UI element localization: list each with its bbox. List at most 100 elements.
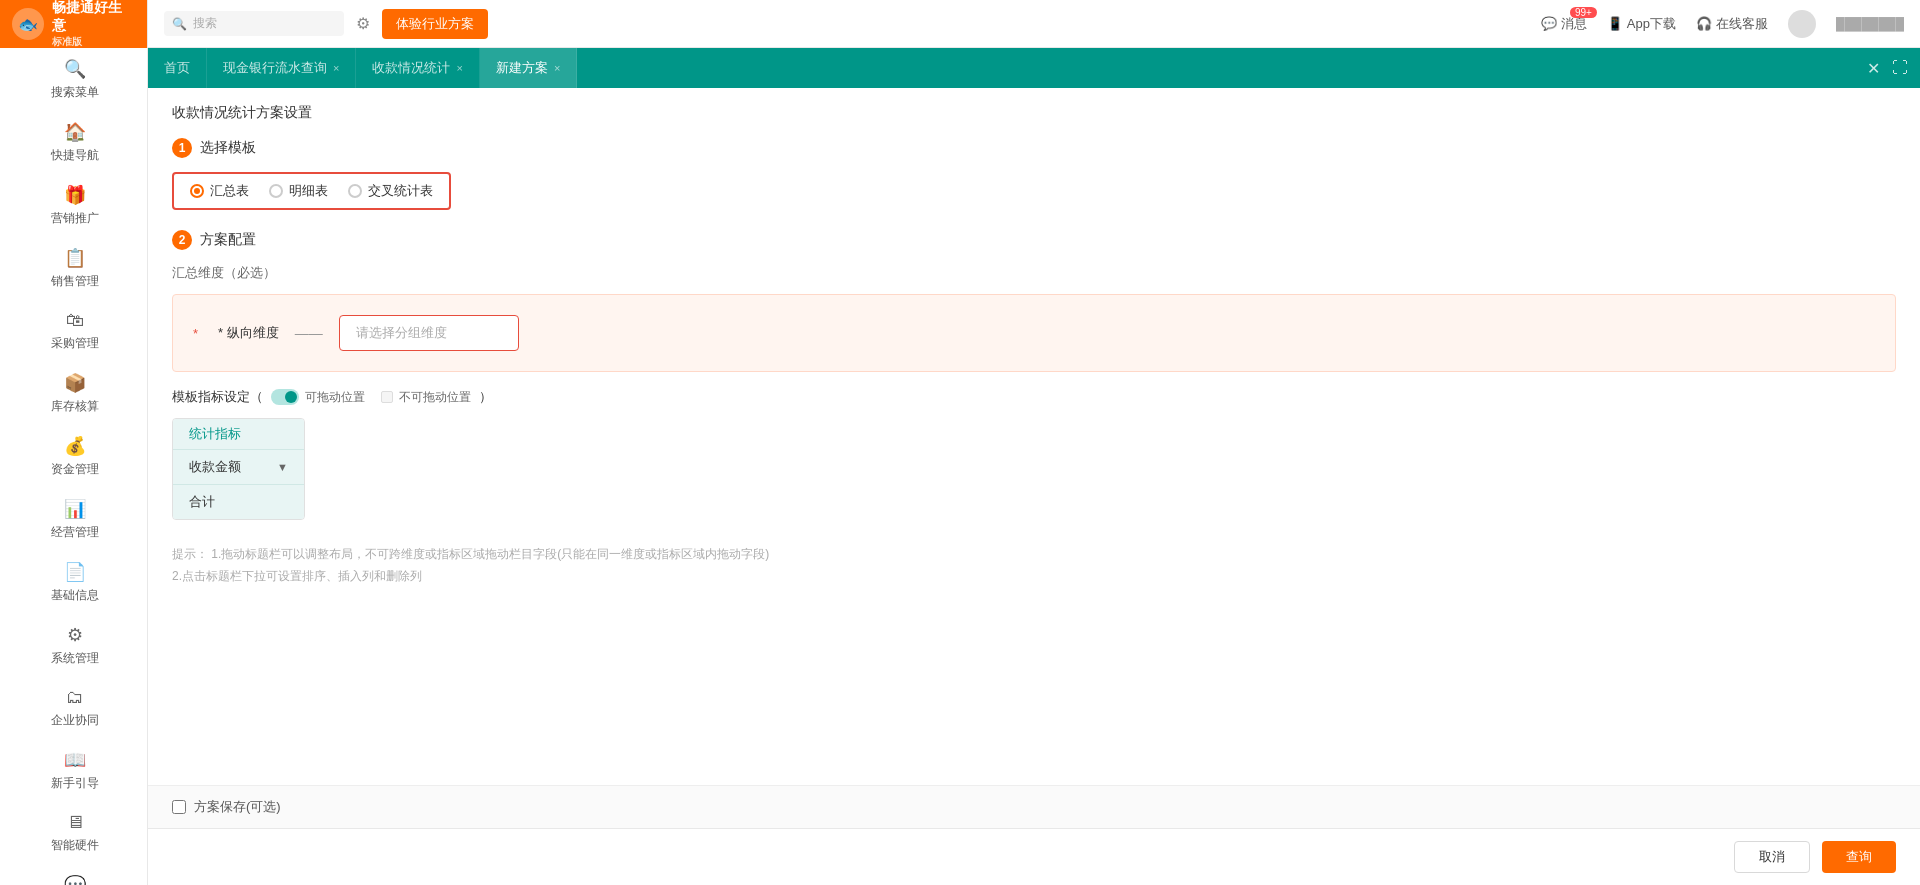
- sidebar-item-label: 搜索菜单: [51, 84, 99, 101]
- metric-dropdown-0[interactable]: ▼: [277, 461, 288, 473]
- gift-icon: 🎁: [64, 184, 86, 206]
- tab-new-plan-close[interactable]: ×: [554, 62, 560, 74]
- radio-cross-circle: [348, 184, 362, 198]
- tab-expand-icon[interactable]: ⛶: [1892, 59, 1908, 77]
- tab-bank[interactable]: 现金银行流水查询 ×: [207, 48, 356, 88]
- guide-icon: 📖: [64, 749, 86, 771]
- vertical-label-text: * 纵向维度: [218, 324, 279, 342]
- sidebar-item-nav[interactable]: 🏠 快捷导航: [0, 111, 147, 174]
- service-icon: 🎧: [1696, 16, 1712, 31]
- sidebar-item-sales[interactable]: 📋 销售管理: [0, 237, 147, 300]
- save-label: 方案保存(可选): [194, 798, 281, 816]
- download-icon: 📱: [1607, 16, 1623, 31]
- radio-summary[interactable]: 汇总表: [190, 182, 249, 200]
- purchase-icon: 🛍: [66, 310, 84, 331]
- collab-icon: 🗂: [66, 687, 84, 708]
- sales-icon: 📋: [64, 247, 86, 269]
- metric-row-0: 收款金额 ▼: [173, 450, 304, 485]
- sidebar-item-wechat[interactable]: 💬 企业微信: [0, 864, 147, 885]
- sidebar-item-hardware[interactable]: 🖥 智能硬件: [0, 802, 147, 864]
- sidebar-item-label: 新手引导: [51, 775, 99, 792]
- section-template: 1 选择模板 汇总表 明细表 交叉统计表: [172, 138, 1896, 210]
- section2-title: 方案配置: [200, 231, 256, 249]
- radio-detail-label: 明细表: [289, 182, 328, 200]
- dimension-section-label: 汇总维度（必选）: [172, 264, 1896, 282]
- radio-cross[interactable]: 交叉统计表: [348, 182, 433, 200]
- sidebar-item-label: 快捷导航: [51, 147, 99, 164]
- finance-icon: 💰: [64, 435, 86, 457]
- app-edition: 标准版: [52, 35, 135, 49]
- sidebar-item-guide[interactable]: 📖 新手引导: [0, 739, 147, 802]
- save-bar: 方案保存(可选): [148, 785, 1920, 828]
- metric-group-label: 统计指标: [189, 426, 241, 441]
- sidebar-item-marketing[interactable]: 🎁 营销推广: [0, 174, 147, 237]
- vertical-label: *: [193, 326, 198, 341]
- query-button[interactable]: 查询: [1822, 841, 1896, 873]
- service-item[interactable]: 🎧 在线客服: [1696, 15, 1768, 33]
- tab-home[interactable]: 首页: [148, 48, 207, 88]
- sidebar-item-label: 经营管理: [51, 524, 99, 541]
- drag-toggle[interactable]: [271, 389, 299, 405]
- dimension-area: * * 纵向维度 —— 请选择分组维度: [172, 294, 1896, 372]
- message-item[interactable]: 💬 消息 99+: [1541, 15, 1587, 33]
- metric-legend: 可拖动位置 不可拖动位置: [271, 389, 471, 406]
- sidebar-item-label: 企业协同: [51, 712, 99, 729]
- tab-close-all-icon[interactable]: ✕: [1867, 59, 1880, 78]
- save-checkbox[interactable]: [172, 800, 186, 814]
- tab-new-plan[interactable]: 新建方案 ×: [480, 48, 577, 88]
- sidebar: 🐟 畅捷通好生意 标准版 🔍 搜索菜单 🏠 快捷导航 🎁 营销推广 📋 销售管理…: [0, 0, 148, 885]
- section-config: 2 方案配置 汇总维度（必选） * * 纵向维度 —— 请选择分组维度: [172, 230, 1896, 587]
- dimension-row: * * 纵向维度 —— 请选择分组维度: [193, 315, 1875, 351]
- cancel-button[interactable]: 取消: [1734, 841, 1810, 873]
- tab-bank-close[interactable]: ×: [333, 62, 339, 74]
- topbar: 🔍 搜索 ⚙ 体验行业方案 💬 消息 99+ 📱 App下载 🎧 在线客服 ██…: [148, 0, 1920, 48]
- tab-home-label: 首页: [164, 59, 190, 77]
- tab-collection-close[interactable]: ×: [456, 62, 462, 74]
- trial-button[interactable]: 体验行业方案: [382, 9, 488, 39]
- tips-line-1: 提示： 1.拖动标题栏可以调整布局，不可跨维度或指标区域拖动栏目字段(只能在同一…: [172, 544, 1896, 566]
- sidebar-item-collab[interactable]: 🗂 企业协同: [0, 677, 147, 739]
- user-avatar[interactable]: [1788, 10, 1816, 38]
- gear-icon[interactable]: ⚙: [356, 14, 370, 33]
- template-selector: 汇总表 明细表 交叉统计表: [172, 172, 451, 210]
- username: ████████: [1836, 17, 1904, 31]
- sidebar-item-label: 营销推广: [51, 210, 99, 227]
- download-item[interactable]: 📱 App下载: [1607, 15, 1676, 33]
- sidebar-item-system[interactable]: ⚙ 系统管理: [0, 614, 147, 677]
- section1-header: 1 选择模板: [172, 138, 1896, 158]
- home-icon: 🏠: [64, 121, 86, 143]
- tips-line-2: 2.点击标题栏下拉可设置排序、插入列和删除列: [172, 566, 1896, 588]
- sidebar-item-operation[interactable]: 📊 经营管理: [0, 488, 147, 551]
- message-icon: 💬: [1541, 16, 1557, 31]
- service-label: 在线客服: [1716, 15, 1768, 33]
- footer-actions: 取消 查询: [148, 828, 1920, 885]
- metric-label-0: 收款金额: [189, 458, 269, 476]
- logo-icon: 🐟: [12, 8, 44, 40]
- tab-bank-label: 现金银行流水查询: [223, 59, 327, 77]
- sidebar-item-finance[interactable]: 💰 资金管理: [0, 425, 147, 488]
- tips-section: 提示： 1.拖动标题栏可以调整布局，不可跨维度或指标区域拖动栏目字段(只能在同一…: [172, 544, 1896, 587]
- sidebar-item-label: 基础信息: [51, 587, 99, 604]
- tab-collection[interactable]: 收款情况统计 ×: [356, 48, 479, 88]
- radio-summary-circle: [190, 184, 204, 198]
- wechat-icon: 💬: [64, 874, 86, 885]
- system-icon: ⚙: [67, 624, 83, 646]
- dimension-arrow: ——: [295, 325, 323, 341]
- sidebar-item-label: 系统管理: [51, 650, 99, 667]
- dimension-input[interactable]: 请选择分组维度: [339, 315, 519, 351]
- app-name: 畅捷通好生意: [52, 0, 135, 35]
- search-placeholder: 搜索: [193, 15, 217, 32]
- section1-title: 选择模板: [200, 139, 256, 157]
- sidebar-item-search[interactable]: 🔍 搜索菜单: [0, 48, 147, 111]
- sidebar-item-inventory[interactable]: 📦 库存核算: [0, 362, 147, 425]
- sidebar-item-basic[interactable]: 📄 基础信息: [0, 551, 147, 614]
- content-area: 收款情况统计方案设置 1 选择模板 汇总表 明细表: [148, 88, 1920, 885]
- radio-detail[interactable]: 明细表: [269, 182, 328, 200]
- section2-num: 2: [172, 230, 192, 250]
- search-box[interactable]: 🔍 搜索: [164, 11, 344, 36]
- radio-cross-label: 交叉统计表: [368, 182, 433, 200]
- sidebar-item-purchase[interactable]: 🛍 采购管理: [0, 300, 147, 362]
- main-area: 🔍 搜索 ⚙ 体验行业方案 💬 消息 99+ 📱 App下载 🎧 在线客服 ██…: [148, 0, 1920, 885]
- legend-nodrag-label: 不可拖动位置: [399, 389, 471, 406]
- metric-label-1: 合计: [189, 493, 269, 511]
